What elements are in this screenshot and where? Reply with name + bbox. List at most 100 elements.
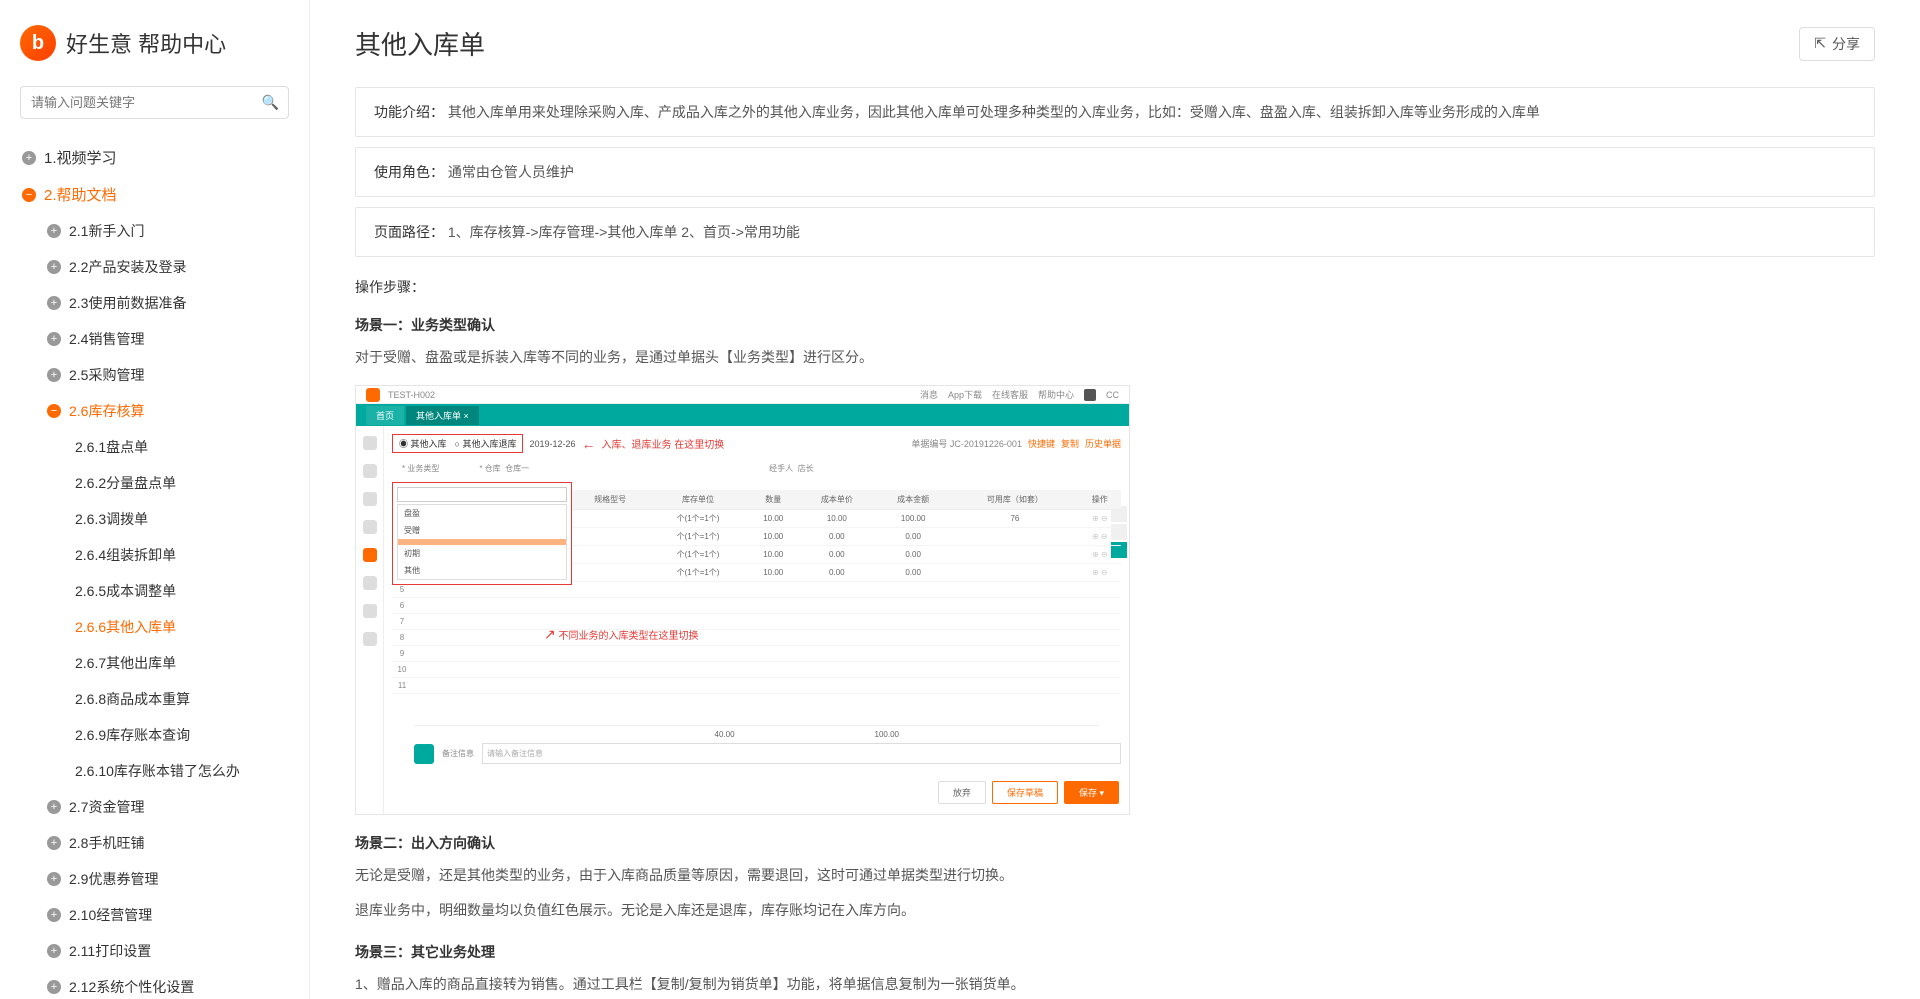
nav-label: 2.7资金管理 [69,797,144,817]
scene2-text2: 退库业务中，明细数量均以负值红色展示。无论是入库还是退库，库存账均记在入库方向。 [355,898,1875,923]
ss-dropdown-item: 其他 [398,562,566,579]
ss-annotation1: 入库、退库业务 在这里切换 [602,436,725,451]
nav-l3-item[interactable]: 2.6.9库存账本查询 [20,717,289,753]
ss-titlebar: TEST-H002 消息 App下载 在线客服 帮助中心 CC [356,386,1129,404]
ss-footer: 备注信息 请输入备注信息 [414,743,1121,764]
ss-note-label: 备注信息 [442,748,474,759]
nav-label: 2.帮助文档 [44,184,117,205]
ss-total-qty: 40.00 [715,730,735,739]
ss-nav-icon [363,436,377,450]
ss-date: 2019-12-26 [529,439,575,449]
ss-meta-type: * 业务类型 [402,463,439,474]
scene2-title: 场景二：出入方向确认 [355,833,1875,853]
nav-label: 2.6.7其他出库单 [75,653,176,673]
main-content: 其他入库单 ⇱ 分享 功能介绍： 其他入库单用来处理除采购入库、产成品入库之外的… [310,0,1920,999]
ss-account: TEST-H002 [388,390,435,400]
nav-l2-inventory[interactable]: −2.6库存核算 [20,393,289,429]
ss-nav-icon [363,548,377,562]
nav-label: 2.6.3调拨单 [75,509,148,529]
nav-l3-other-in[interactable]: 2.6.6其他入库单 [20,609,289,645]
ss-nav-icon [363,520,377,534]
ss-type-dropdown: 盘盈 受赠 初期 其他 [392,482,572,585]
brand-row: b 好生意 帮助中心 [20,25,289,61]
nav-label: 2.3使用前数据准备 [69,293,186,313]
page-header: 其他入库单 ⇱ 分享 [355,25,1875,62]
search-box: 🔍 [20,86,289,119]
nav-label: 2.6.9库存账本查询 [75,725,190,745]
nav-l2-item[interactable]: +2.2产品安装及登录 [20,249,289,285]
nav-l3-item[interactable]: 2.6.10库存账本错了怎么办 [20,753,289,789]
ss-nav-icon [363,632,377,646]
nav-l2-item[interactable]: +2.10经营管理 [20,897,289,933]
embedded-screenshot: TEST-H002 消息 App下载 在线客服 帮助中心 CC 首页 其他入库单… [355,385,1130,815]
ss-dropdown-item: 盘盈 [398,505,566,522]
ss-meta-warehouse: * 仓库 仓库一 [479,463,529,474]
nav-l3-item[interactable]: 2.6.7其他出库单 [20,645,289,681]
nav-label: 2.8手机旺铺 [69,833,144,853]
role-box: 使用角色： 通常由仓管人员维护 [355,147,1875,197]
steps-label: 操作步骤： [355,277,1875,297]
nav-l3-item[interactable]: 2.6.3调拨单 [20,501,289,537]
nav-l1-video[interactable]: +1.视频学习 [20,139,289,176]
search-icon[interactable]: 🔍 [262,94,279,111]
ss-meta-maker: 经手人 店长 [769,463,813,474]
nav-l2-item[interactable]: +2.5采购管理 [20,357,289,393]
ss-arrow-icon: ← [582,436,596,452]
nav-label: 2.2产品安装及登录 [69,257,186,277]
ss-top-link: 帮助中心 [1038,388,1074,401]
nav-l3-item[interactable]: 2.6.2分量盘点单 [20,465,289,501]
ss-toolbar: 复制 [1061,437,1079,450]
ss-nav-icon [363,604,377,618]
nav-label: 2.6.8商品成本重算 [75,689,190,709]
nav-l3-item[interactable]: 2.6.4组装拆卸单 [20,537,289,573]
nav-label: 2.4销售管理 [69,329,144,349]
nav-label: 1.视频学习 [44,147,117,168]
nav-l2-item[interactable]: +2.12系统个性化设置 [20,969,289,999]
nav-l3-item[interactable]: 2.6.5成本调整单 [20,573,289,609]
ss-top-link: 消息 [920,388,938,401]
ss-tab-current: 其他入库单 × [406,406,479,425]
nav-label: 2.10经营管理 [69,905,152,925]
path-label: 页面路径： [374,224,444,240]
ss-dropdown-item: 受赠 [398,522,566,539]
ss-dropdown-input [397,487,567,502]
nav-l2-item[interactable]: +2.8手机旺铺 [20,825,289,861]
nav-label: 2.6.2分量盘点单 [75,473,176,493]
nav-l2-item[interactable]: +2.9优惠券管理 [20,861,289,897]
ss-top-link: CC [1106,390,1119,400]
sidebar: b 好生意 帮助中心 🔍 +1.视频学习 −2.帮助文档 +2.1新手入门 +2… [0,0,310,999]
nav-label: 2.6.6其他入库单 [75,617,176,637]
ss-note-input: 请输入备注信息 [482,743,1121,764]
nav-label: 2.1新手入门 [69,221,144,241]
nav-l3-item[interactable]: 2.6.8商品成本重算 [20,681,289,717]
intro-box: 功能介绍： 其他入库单用来处理除采购入库、产成品入库之外的其他入库业务，因此其他… [355,87,1875,137]
scene1-text: 对于受赠、盘盈或是拆装入库等不同的业务，是通过单据头【业务类型】进行区分。 [355,345,1875,370]
nav-l1-docs[interactable]: −2.帮助文档 [20,176,289,213]
role-label: 使用角色： [374,164,444,180]
ss-body: ◉ 其他入库 ○ 其他入库退库 2019-12-26 ← 入库、退库业务 在这里… [384,426,1129,814]
share-button[interactable]: ⇱ 分享 [1799,27,1875,61]
ss-meta-row: * 业务类型 * 仓库 仓库一 经手人 店长 [392,459,1121,478]
path-text: 1、库存核算->库存管理->其他入库单 2、首页->常用功能 [448,224,800,240]
ss-top-link: 在线客服 [992,388,1028,401]
scene2-text1: 无论是受赠，还是其他类型的业务，由于入库商品质量等原因，需要退回，这时可通过单据… [355,863,1875,888]
nav-l2-item[interactable]: +2.1新手入门 [20,213,289,249]
ss-avatar-icon [1084,389,1096,401]
brand-title: 好生意 帮助中心 [66,27,226,59]
nav-l2-item[interactable]: +2.3使用前数据准备 [20,285,289,321]
ss-note-icon [414,744,434,764]
ss-radio: ◉ 其他入库 [399,437,447,450]
path-box: 页面路径： 1、库存核算->库存管理->其他入库单 2、首页->常用功能 [355,207,1875,257]
ss-nav-icon [363,576,377,590]
nav-l2-item[interactable]: +2.7资金管理 [20,789,289,825]
nav-label: 2.12系统个性化设置 [69,977,194,997]
nav-l2-item[interactable]: +2.11打印设置 [20,933,289,969]
nav-l3-item[interactable]: 2.6.1盘点单 [20,429,289,465]
ss-nav-icon [363,492,377,506]
scene3-title: 场景三：其它业务处理 [355,942,1875,962]
scene3-text: 1、赠品入库的商品直接转为销售。通过工具栏【复制/复制为销货单】功能，将单据信息… [355,972,1875,997]
nav-l2-item[interactable]: +2.4销售管理 [20,321,289,357]
search-input[interactable] [20,86,289,119]
nav-label: 2.6.5成本调整单 [75,581,176,601]
ss-total-amount: 100.00 [875,730,899,739]
